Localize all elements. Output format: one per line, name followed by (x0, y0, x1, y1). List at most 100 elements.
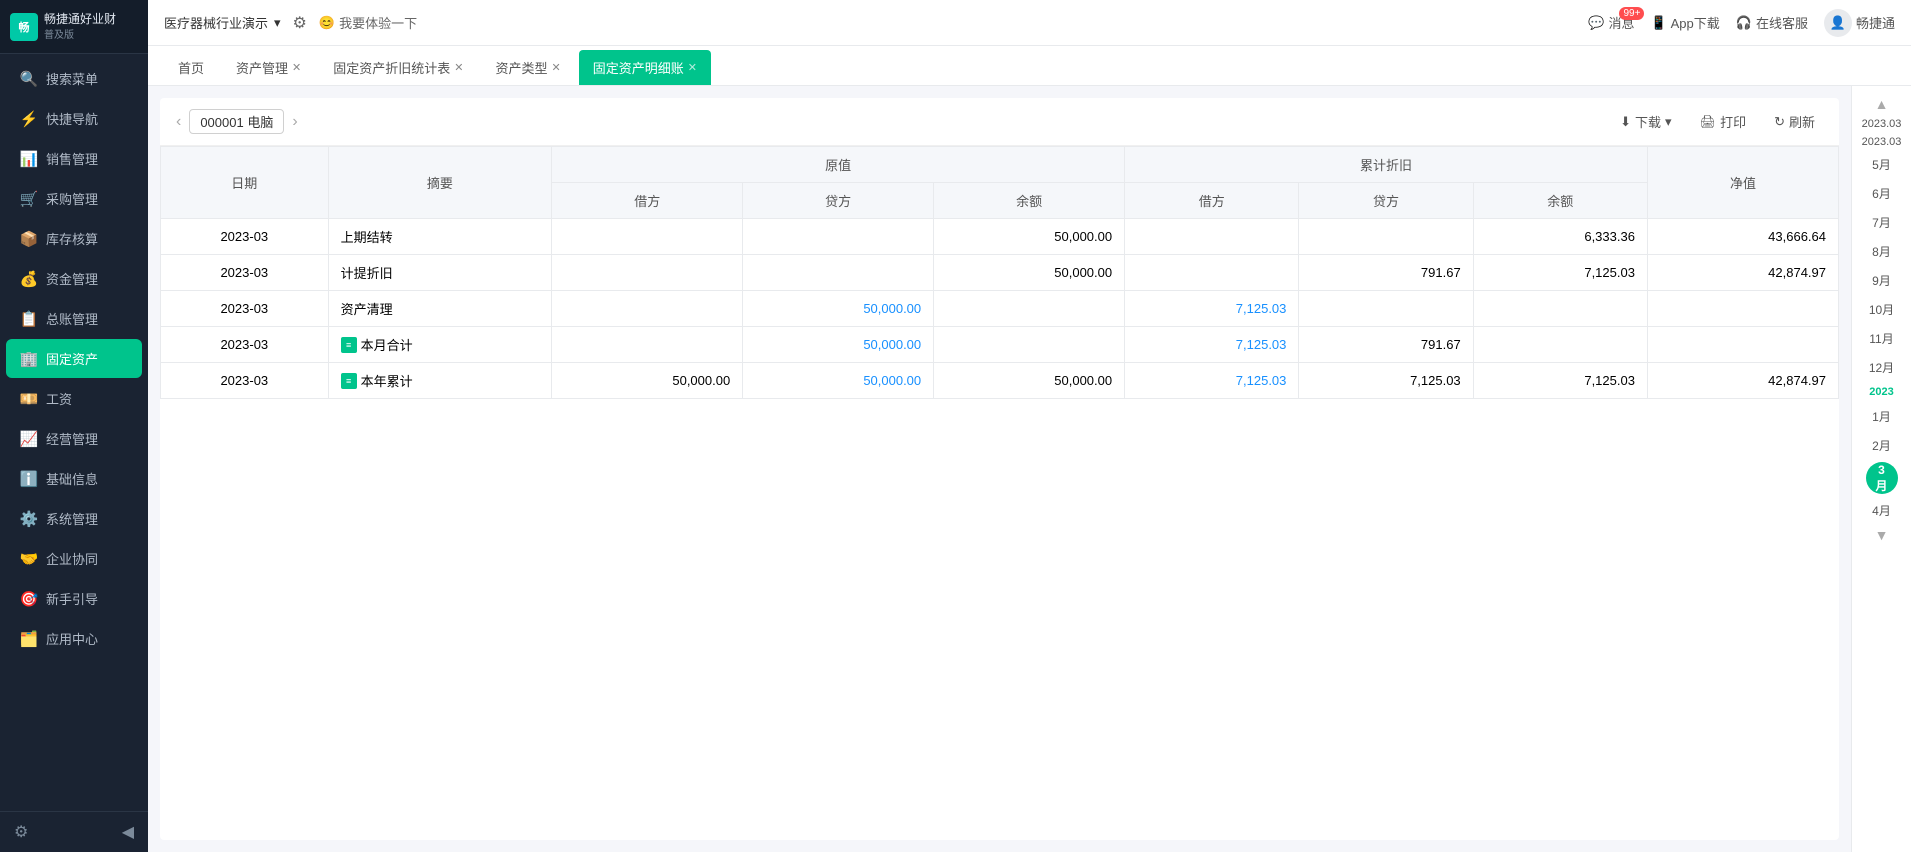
funds-icon: 💰 (20, 270, 38, 288)
timeline-month[interactable]: 8月 (1852, 237, 1911, 266)
refresh-icon: ↻ (1774, 114, 1785, 130)
timeline-month[interactable]: 2月 (1852, 431, 1911, 460)
cell-summary: ≡本年累计 (328, 363, 552, 399)
timeline-month[interactable]: 4月 (1852, 496, 1911, 525)
tab-close-asset-detail[interactable]: ✕ (688, 61, 697, 74)
company-selector[interactable]: 医疗器械行业演示 ▾ (164, 13, 281, 32)
sidebar-footer: ⚙ ◀ (0, 811, 148, 852)
timeline-month[interactable]: 7月 (1852, 208, 1911, 237)
timeline-down-icon[interactable]: ▼ (1873, 525, 1891, 545)
timeline-year-prev: 2023.03 (1862, 134, 1902, 150)
quick-nav-icon: ⚡ (20, 110, 38, 128)
download-button[interactable]: ⬇ 下载 ▾ (1612, 108, 1679, 135)
app-center-icon: 🗂️ (20, 630, 38, 648)
cell-lj-credit (1299, 291, 1473, 327)
cell-netvalue (1647, 291, 1838, 327)
print-button[interactable]: 🖨 打印 (1692, 108, 1755, 135)
sidebar-item-fixed-assets[interactable]: 🏢 固定资产 (6, 339, 142, 378)
col-header-yz-balance: 余额 (934, 183, 1125, 219)
sidebar-item-inventory[interactable]: 📦 库存核算 (6, 219, 142, 258)
sidebar: 畅 畅捷通好业财 普及版 🔍 搜索菜单 ⚡ 快捷导航 📊 销售管理 🛒 采购管理… (0, 0, 148, 852)
cell-lj-credit (1299, 219, 1473, 255)
cell-yz-balance (934, 327, 1125, 363)
cell-yz-credit: 50,000.00 (743, 363, 934, 399)
app-name: 畅捷通好业财 (44, 12, 116, 26)
download-icon: 📱 (1650, 15, 1666, 31)
table-row: 2023-03 ≡本月合计 50,000.00 7,125.03 791.67 (161, 327, 1839, 363)
purchase-icon: 🛒 (20, 190, 38, 208)
sidebar-item-app-center[interactable]: 🗂️ 应用中心 (6, 619, 142, 658)
experience-button[interactable]: 😊 我要体验一下 (319, 13, 417, 32)
sidebar-item-guide[interactable]: 🎯 新手引导 (6, 579, 142, 618)
sidebar-item-purchase[interactable]: 🛒 采购管理 (6, 179, 142, 218)
sidebar-item-payroll[interactable]: 💴 工资 (6, 379, 142, 418)
timeline-month[interactable]: 11月 (1852, 324, 1911, 353)
cell-lj-balance: 6,333.36 (1473, 219, 1647, 255)
timeline-month[interactable]: 9月 (1852, 266, 1911, 295)
sales-icon: 📊 (20, 150, 38, 168)
cell-yz-credit: 50,000.00 (743, 291, 934, 327)
cell-yz-debit: 50,000.00 (552, 363, 743, 399)
asset-nav-controls: ⬇ 下载 ▾ 🖨 打印 ↻ 刷新 (1612, 108, 1823, 135)
timeline-month[interactable]: 5月 (1852, 150, 1911, 179)
timeline-month[interactable]: 1月 (1852, 402, 1911, 431)
sidebar-item-system[interactable]: ⚙️ 系统管理 (6, 499, 142, 538)
tab-asset-manage[interactable]: 资产管理 ✕ (222, 50, 315, 85)
company-dropdown-icon: ▾ (274, 15, 281, 31)
collapse-sidebar-icon[interactable]: ◀ (122, 822, 134, 842)
tab-bar: 首页 资产管理 ✕ 固定资产折旧统计表 ✕ 资产类型 ✕ 固定资产明细账 ✕ (148, 46, 1911, 86)
message-badge: 99+ (1619, 7, 1644, 20)
timeline-up-icon[interactable]: ▲ (1873, 94, 1891, 114)
user-button[interactable]: 👤 畅捷通 (1824, 9, 1895, 37)
app-edition: 普及版 (44, 26, 116, 41)
page-area: ‹ 000001 电脑 › ⬇ 下载 ▾ 🖨 打印 ↻ 刷新 (148, 86, 1911, 852)
timeline-month[interactable]: 12月 (1852, 353, 1911, 382)
table-row: 2023-03 上期结转 50,000.00 6,333.36 43,666.6… (161, 219, 1839, 255)
print-icon: 🖨 (1700, 114, 1717, 130)
cell-yz-debit (552, 219, 743, 255)
sidebar-item-operations[interactable]: 📈 经营管理 (6, 419, 142, 458)
customer-service-button[interactable]: 🎧 在线客服 (1736, 13, 1808, 32)
cell-lj-balance (1473, 327, 1647, 363)
payroll-icon: 💴 (20, 390, 38, 408)
sidebar-nav: 🔍 搜索菜单 ⚡ 快捷导航 📊 销售管理 🛒 采购管理 📦 库存核算 💰 资金管… (0, 54, 148, 811)
tab-close-asset-manage[interactable]: ✕ (292, 61, 301, 74)
settings-icon[interactable]: ⚙ (14, 822, 28, 842)
col-header-netvalue: 净值 (1647, 147, 1838, 219)
tab-depreciation-stats[interactable]: 固定资产折旧统计表 ✕ (319, 50, 477, 85)
sidebar-item-funds[interactable]: 💰 资金管理 (6, 259, 142, 298)
sidebar-item-ledger[interactable]: 📋 总账管理 (6, 299, 142, 338)
app-download-button[interactable]: 📱 App下载 (1650, 13, 1719, 32)
tab-asset-type[interactable]: 资产类型 ✕ (481, 50, 574, 85)
timeline-month[interactable]: 6月 (1852, 179, 1911, 208)
tab-home[interactable]: 首页 (164, 50, 218, 85)
settings-gear-icon[interactable]: ⚙ (293, 13, 307, 33)
cell-yz-debit (552, 255, 743, 291)
timeline-panel: ▲ 2023.03 2023.03 5月6月7月8月9月10月11月12月 20… (1851, 86, 1911, 852)
cell-summary: ≡本月合计 (328, 327, 552, 363)
asset-next-icon[interactable]: › (292, 113, 297, 131)
col-header-leiji: 累计折旧 (1125, 147, 1648, 183)
timeline-month[interactable]: 3月 (1866, 462, 1898, 494)
asset-prev-icon[interactable]: ‹ (176, 113, 181, 131)
download-icon: ⬇ (1620, 114, 1631, 130)
message-button[interactable]: 💬 消息 99+ (1588, 13, 1634, 32)
refresh-button[interactable]: ↻ 刷新 (1766, 108, 1823, 135)
timeline-month[interactable]: 10月 (1852, 295, 1911, 324)
tab-asset-detail[interactable]: 固定资产明细账 ✕ (579, 50, 711, 85)
table-row: 2023-03 资产清理 50,000.00 7,125.03 (161, 291, 1839, 327)
sidebar-item-basic-info[interactable]: ℹ️ 基础信息 (6, 459, 142, 498)
dropdown-icon: ▾ (1665, 114, 1672, 130)
sidebar-item-quick-nav[interactable]: ⚡ 快捷导航 (6, 99, 142, 138)
sidebar-item-search[interactable]: 🔍 搜索菜单 (6, 59, 142, 98)
cell-date: 2023-03 (161, 291, 329, 327)
sidebar-item-enterprise[interactable]: 🤝 企业协同 (6, 539, 142, 578)
cell-summary: 资产清理 (328, 291, 552, 327)
fixed-assets-icon: 🏢 (20, 350, 38, 368)
ledger-icon: 📋 (20, 310, 38, 328)
tab-close-asset-type[interactable]: ✕ (552, 61, 561, 74)
sidebar-item-sales[interactable]: 📊 销售管理 (6, 139, 142, 178)
tab-close-depreciation[interactable]: ✕ (454, 61, 463, 74)
topbar-right: 💬 消息 99+ 📱 App下载 🎧 在线客服 👤 畅捷通 (1588, 9, 1895, 37)
guide-icon: 🎯 (20, 590, 38, 608)
